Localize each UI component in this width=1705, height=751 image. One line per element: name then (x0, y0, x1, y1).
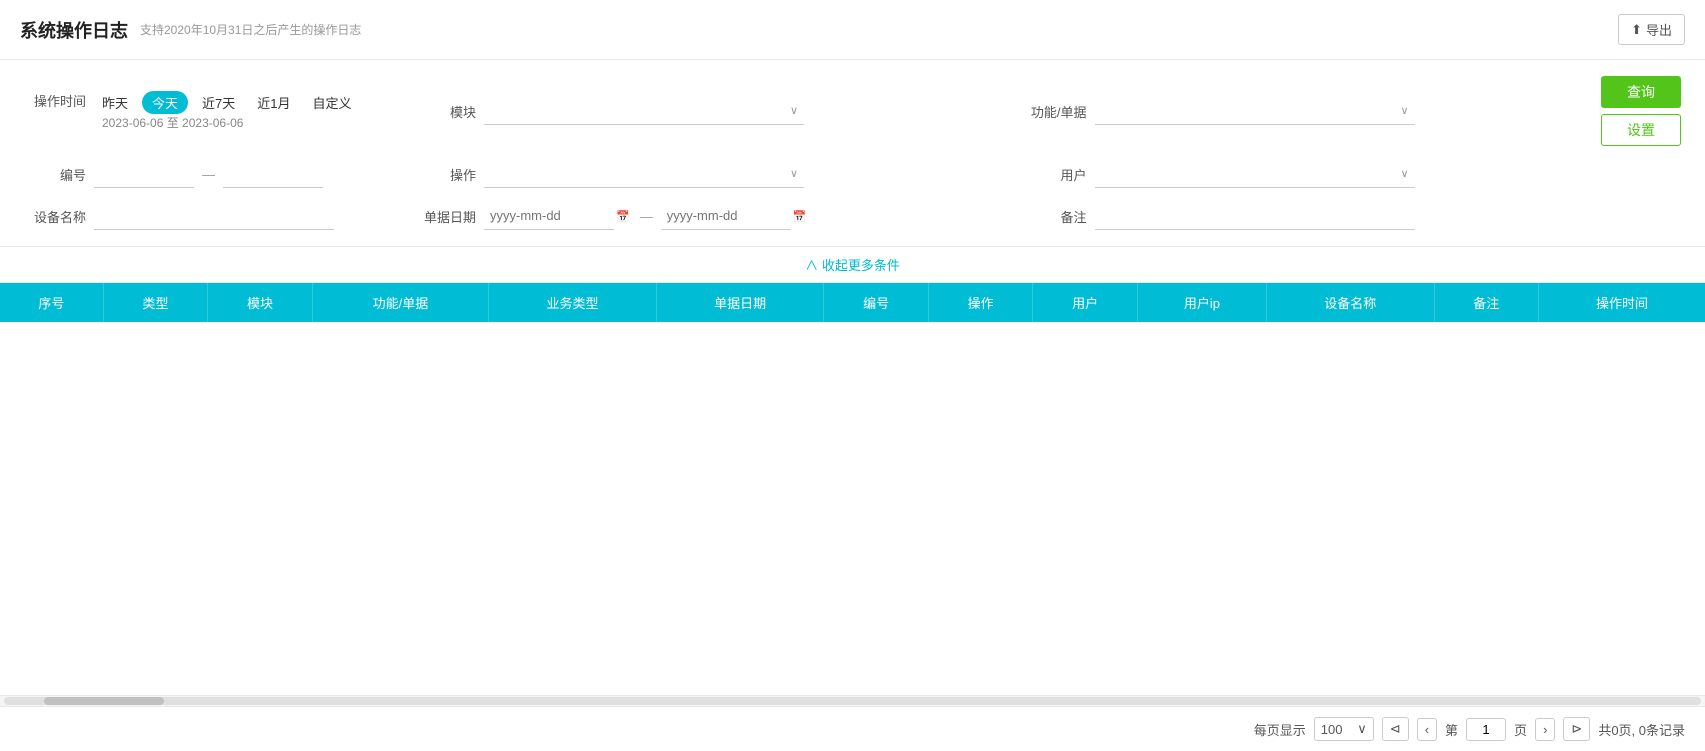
time-btn-1month[interactable]: 近1月 (249, 91, 298, 114)
page-label: 第 (1445, 720, 1458, 739)
function-filter: 功能/单据 ∨ (1015, 97, 1586, 125)
col-type: 类型 (103, 283, 207, 322)
operation-filter: 操作 ∨ (404, 160, 975, 188)
filter-row-3: 设备名称 单据日期 📅 — 📅 备注 (24, 202, 1681, 230)
time-btn-custom[interactable]: 自定义 (305, 91, 360, 114)
device-input[interactable] (94, 202, 334, 230)
col-device: 设备名称 (1266, 283, 1434, 322)
filter-row-1: 操作时间 昨天 今天 近7天 近1月 自定义 2023-06-06 至 2023… (24, 76, 1681, 146)
operation-select[interactable]: ∨ (484, 160, 804, 188)
col-user: 用户 (1033, 283, 1137, 322)
nav-prev-button[interactable]: ‹ (1417, 718, 1437, 741)
nav-first-button[interactable]: ⊲ (1382, 717, 1409, 741)
filter-row-2: 编号 — 操作 ∨ 用户 ∨ (24, 160, 1681, 188)
date-range-text: 2023-06-06 至 2023-06-06 (102, 114, 360, 131)
col-op-time: 操作时间 (1539, 283, 1705, 322)
time-btn-7days[interactable]: 近7天 (194, 91, 243, 114)
time-filter-group: 操作时间 昨天 今天 近7天 近1月 自定义 2023-06-06 至 2023… (24, 91, 364, 131)
remark-filter: 备注 (1015, 202, 1586, 230)
module-select[interactable]: ∨ (484, 97, 804, 125)
table-header-row: 序号 类型 模块 功能/单据 业务类型 单据日期 编号 操作 用户 用户ip 设… (0, 283, 1705, 322)
time-controls: 昨天 今天 近7天 近1月 自定义 2023-06-06 至 2023-06-0… (94, 91, 360, 131)
calendar-from-icon[interactable]: 📅 (616, 210, 630, 223)
time-label: 操作时间 (24, 91, 94, 110)
module-filter: 模块 ∨ (404, 97, 975, 125)
function-select[interactable]: ∨ (1095, 97, 1415, 125)
query-button[interactable]: 查询 (1601, 76, 1681, 108)
current-page-input[interactable] (1466, 718, 1506, 741)
col-index: 序号 (0, 283, 103, 322)
total-text: 共0页, 0条记录 (1598, 720, 1685, 739)
title-area: 系统操作日志 支持2020年10月31日之后产生的操作日志 (20, 17, 361, 43)
export-label: 导出 (1646, 20, 1672, 39)
col-operation: 操作 (928, 283, 1032, 322)
page-suffix: 页 (1514, 720, 1527, 739)
module-label: 模块 (404, 102, 484, 121)
table-container: 序号 类型 模块 功能/单据 业务类型 单据日期 编号 操作 用户 用户ip 设… (0, 283, 1705, 695)
docdate-to-input[interactable] (661, 202, 791, 230)
export-button[interactable]: ⬆ 导出 (1618, 14, 1685, 45)
number-filter: 编号 — (24, 160, 364, 188)
per-page-value: 100 (1321, 722, 1343, 737)
per-page-select[interactable]: 100 ∨ (1314, 717, 1374, 741)
module-chevron-icon: ∨ (790, 104, 798, 117)
collapse-icon: ∧ (805, 258, 818, 273)
device-filter: 设备名称 (24, 202, 364, 230)
number-label: 编号 (24, 165, 94, 184)
col-biz-type: 业务类型 (489, 283, 657, 322)
time-buttons: 昨天 今天 近7天 近1月 自定义 (94, 91, 360, 114)
docdate-from-input[interactable] (484, 202, 614, 230)
device-label: 设备名称 (24, 207, 94, 226)
per-page-chevron-icon: ∨ (1357, 721, 1367, 737)
page-title: 系统操作日志 (20, 17, 128, 43)
col-doc-date: 单据日期 (656, 283, 824, 322)
page-header: 系统操作日志 支持2020年10月31日之后产生的操作日志 ⬆ 导出 (0, 0, 1705, 60)
operation-label: 操作 (404, 165, 484, 184)
number-input-from[interactable] (94, 160, 194, 188)
horizontal-scrollbar[interactable] (0, 695, 1705, 707)
scrollbar-thumb[interactable] (44, 697, 164, 705)
docdate-label: 单据日期 (404, 207, 484, 226)
action-buttons: 查询 设置 (1601, 76, 1681, 146)
pagination-bar: 每页显示 100 ∨ ⊲ ‹ 第 页 › ⊳ 共0页, 0条记录 (0, 707, 1705, 751)
settings-button[interactable]: 设置 (1601, 114, 1681, 146)
collapse-text: 收起更多条件 (822, 258, 900, 273)
user-filter: 用户 ∨ (1015, 160, 1586, 188)
time-btn-yesterday[interactable]: 昨天 (94, 91, 136, 114)
docdate-dash: — (632, 209, 661, 224)
col-remark: 备注 (1434, 283, 1538, 322)
export-icon: ⬆ (1631, 22, 1642, 38)
col-number: 编号 (824, 283, 928, 322)
time-btn-today[interactable]: 今天 (142, 91, 188, 114)
calendar-to-icon[interactable]: 📅 (793, 210, 807, 223)
table-header: 序号 类型 模块 功能/单据 业务类型 单据日期 编号 操作 用户 用户ip 设… (0, 283, 1705, 322)
scrollbar-track (4, 697, 1701, 705)
collapse-bar[interactable]: ∧ 收起更多条件 (0, 247, 1705, 283)
remark-input[interactable] (1095, 202, 1415, 230)
data-table: 序号 类型 模块 功能/单据 业务类型 单据日期 编号 操作 用户 用户ip 设… (0, 283, 1705, 322)
function-chevron-icon: ∨ (1400, 104, 1408, 117)
page-subtitle: 支持2020年10月31日之后产生的操作日志 (140, 21, 361, 38)
nav-next-button[interactable]: › (1535, 718, 1555, 741)
docdate-filter: 单据日期 📅 — 📅 (404, 202, 975, 230)
main-layout: 操作时间 昨天 今天 近7天 近1月 自定义 2023-06-06 至 2023… (0, 60, 1705, 751)
number-dash: — (194, 167, 223, 182)
user-select[interactable]: ∨ (1095, 160, 1415, 188)
function-label: 功能/单据 (1015, 102, 1095, 121)
col-function: 功能/单据 (312, 283, 488, 322)
user-chevron-icon: ∨ (1400, 167, 1408, 180)
user-label: 用户 (1015, 165, 1095, 184)
col-user-ip: 用户ip (1137, 283, 1266, 322)
per-page-label: 每页显示 (1254, 720, 1306, 739)
number-input-to[interactable] (223, 160, 323, 188)
filter-section: 操作时间 昨天 今天 近7天 近1月 自定义 2023-06-06 至 2023… (0, 60, 1705, 247)
col-module: 模块 (208, 283, 312, 322)
operation-chevron-icon: ∨ (790, 167, 798, 180)
remark-label: 备注 (1015, 207, 1095, 226)
nav-last-button[interactable]: ⊳ (1563, 717, 1590, 741)
empty-area (0, 322, 1705, 642)
